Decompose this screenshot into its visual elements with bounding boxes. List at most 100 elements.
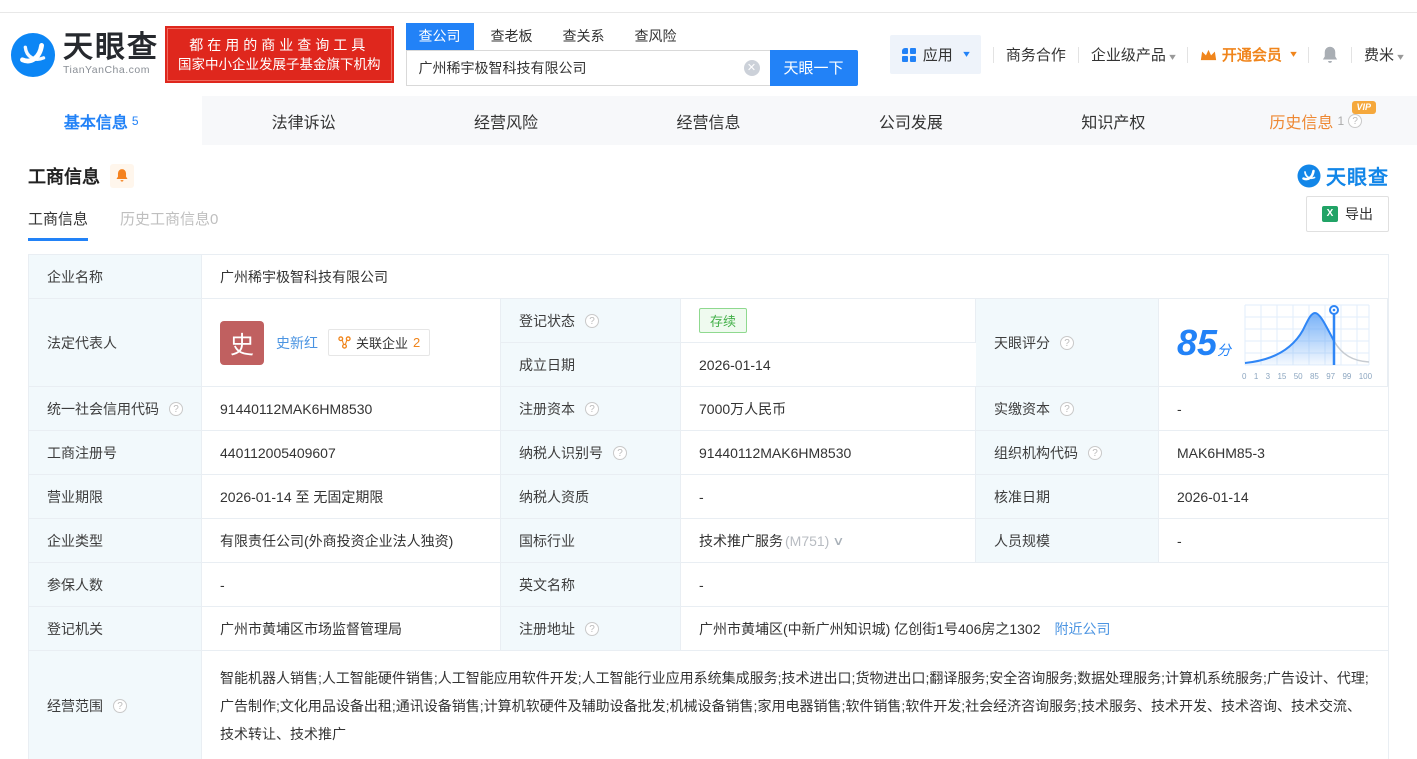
company-type-label: 企业类型 — [29, 519, 202, 563]
reg-authority-label: 登记机关 — [29, 607, 202, 651]
related-companies-badge[interactable]: 关联企业 2 — [328, 329, 430, 356]
divider — [1351, 47, 1352, 63]
reg-capital-label: 注册资本? — [501, 387, 681, 431]
nav-enterprise-products[interactable]: 企业级产品▾ — [1091, 44, 1175, 65]
tab-basic-info[interactable]: 基本信息5 — [0, 96, 202, 145]
help-icon[interactable]: ? — [585, 402, 599, 416]
clear-search-icon[interactable]: ✕ — [744, 60, 760, 76]
chevron-down-icon: ▾ — [1169, 52, 1176, 63]
apps-menu[interactable]: 应用 ▾ — [890, 35, 981, 74]
table-row: 法定代表人 史 史新红 关联企业 2 登记状态? 存续 天眼评分? — [29, 299, 1388, 387]
reg-no-label: 工商注册号 — [29, 431, 202, 475]
business-scope-label: 经营范围? — [29, 651, 202, 759]
nav-user-menu[interactable]: 费米▾ — [1364, 44, 1403, 65]
divider — [1078, 47, 1079, 63]
section-header: 工商信息 天眼查 — [0, 145, 1417, 190]
reg-authority-value: 广州市黄埔区市场监督管理局 — [202, 607, 501, 651]
watermark-text: 天眼查 — [1326, 161, 1389, 190]
tianyancha-logo[interactable]: 天眼查 TianYanCha.com — [10, 32, 159, 78]
help-icon[interactable]: ? — [585, 622, 599, 636]
nearby-companies-link[interactable]: 附近公司 — [1055, 619, 1111, 639]
table-row: 经营范围? 智能机器人销售;人工智能硬件销售;人工智能应用软件开发;人工智能行业… — [29, 651, 1388, 759]
help-icon[interactable]: ? — [113, 699, 127, 713]
help-icon[interactable]: ? — [613, 446, 627, 460]
table-row: 参保人数 - 英文名称 - — [29, 563, 1388, 607]
subtab-business-registration[interactable]: 工商信息 — [28, 208, 88, 241]
help-icon[interactable]: ? — [1088, 446, 1102, 460]
reg-capital-value: 7000万人民币 — [681, 387, 976, 431]
status-value: 存续 — [681, 299, 976, 343]
subscribe-bell-icon[interactable] — [110, 164, 134, 188]
reg-no-value: 440112005409607 — [202, 431, 501, 475]
search-tab-risk[interactable]: 查风险 — [622, 23, 690, 50]
tab-business-info[interactable]: 经营信息 — [607, 96, 809, 145]
nav-cooperation[interactable]: 商务合作 — [1006, 44, 1066, 65]
subtab-row: 工商信息 历史工商信息0 X 导出 — [0, 190, 1417, 241]
legal-rep-label: 法定代表人 — [29, 299, 202, 387]
subtab-history-registration[interactable]: 历史工商信息0 — [120, 208, 218, 241]
score-distribution-chart: 0131550859799100 — [1241, 304, 1373, 381]
tab-operational-risk[interactable]: 经营风险 — [405, 96, 607, 145]
company-name-label: 企业名称 — [29, 255, 202, 299]
chevron-down-icon: ▾ — [1397, 52, 1404, 63]
org-code-value: MAK6HM85-3 — [1159, 431, 1388, 475]
table-row: 工商注册号 440112005409607 纳税人识别号? 91440112MA… — [29, 431, 1388, 475]
approve-date-value: 2026-01-14 — [1159, 475, 1388, 519]
help-icon[interactable]: ? — [1060, 402, 1074, 416]
insured-label: 参保人数 — [29, 563, 202, 607]
industry-value[interactable]: 技术推广服务 (M751) ∨ — [681, 519, 976, 563]
term-label: 营业期限 — [29, 475, 202, 519]
insured-value: - — [202, 563, 501, 607]
tax-quality-value: - — [681, 475, 976, 519]
help-icon[interactable]: ? — [585, 314, 599, 328]
watermark-logo-icon — [1297, 164, 1321, 188]
promo-line2: 国家中小企业发展子基金旗下机构 — [178, 55, 381, 75]
tab-company-development[interactable]: 公司发展 — [810, 96, 1012, 145]
tab-intellectual-property[interactable]: 知识产权 — [1012, 96, 1214, 145]
nav-open-vip[interactable]: 开通会员 ▾ — [1200, 44, 1296, 65]
search-tab-company[interactable]: 查公司 — [406, 23, 474, 50]
tax-id-label: 纳税人识别号? — [501, 431, 681, 475]
score-cell: 85分 — [1159, 299, 1388, 387]
org-code-label: 组织机构代码? — [976, 431, 1159, 475]
divider — [1308, 47, 1309, 63]
tab-history-info[interactable]: VIP 历史信息1 ? — [1215, 96, 1417, 145]
reg-address-label: 注册地址? — [501, 607, 681, 651]
tax-quality-label: 纳税人资质 — [501, 475, 681, 519]
section-title: 工商信息 — [28, 163, 100, 189]
help-icon[interactable]: ? — [169, 402, 183, 416]
promo-banner: 都在用的商业查询工具 国家中小企业发展子基金旗下机构 — [167, 28, 392, 82]
english-name-label: 英文名称 — [501, 563, 681, 607]
chevron-down-icon: ▾ — [1290, 49, 1297, 60]
table-row: 登记机关 广州市黄埔区市场监督管理局 注册地址? 广州市黄埔区(中新广州知识城)… — [29, 607, 1388, 651]
notification-bell-icon[interactable] — [1321, 45, 1339, 65]
paid-capital-value: - — [1159, 387, 1388, 431]
score-unit: 分 — [1217, 342, 1231, 358]
legal-rep-name-link[interactable]: 史新红 — [276, 333, 318, 353]
vip-badge: VIP — [1352, 101, 1377, 114]
company-name-value: 广州稀宇极智科技有限公司 — [202, 255, 1388, 299]
avatar[interactable]: 史 — [220, 321, 264, 365]
search-tab-relation[interactable]: 查关系 — [550, 23, 618, 50]
watermark-logo: 天眼查 — [1297, 161, 1389, 190]
business-scope-value: 智能机器人销售;人工智能硬件销售;人工智能应用软件开发;人工智能行业应用系统集成… — [202, 651, 1388, 759]
status-badge: 存续 — [699, 308, 747, 333]
logo-brand-text: 天眼查 — [63, 33, 159, 63]
search-button[interactable]: 天眼一下 — [770, 50, 858, 86]
tab-legal-litigation[interactable]: 法律诉讼 — [202, 96, 404, 145]
help-icon[interactable]: ? — [1060, 336, 1074, 350]
search-tab-boss[interactable]: 查老板 — [478, 23, 546, 50]
industry-label: 国标行业 — [501, 519, 681, 563]
search-input[interactable] — [406, 50, 770, 86]
apps-label: 应用 — [923, 44, 953, 65]
reg-address-value: 广州市黄埔区(中新广州知识城) 亿创街1号406房之1302 附近公司 — [681, 607, 1388, 651]
tianyancha-logo-icon — [10, 32, 56, 78]
established-label: 成立日期 — [501, 343, 681, 387]
credit-code-label: 统一社会信用代码? — [29, 387, 202, 431]
header-nav: 应用 ▾ 商务合作 企业级产品▾ 开通会员 ▾ 费米▾ — [890, 35, 1403, 74]
business-info-table: 企业名称 广州稀宇极智科技有限公司 法定代表人 史 史新红 关联企业 2 登记状… — [28, 254, 1389, 759]
chevron-down-icon[interactable]: ∨ — [833, 534, 845, 548]
table-row: 企业类型 有限责任公司(外商投资企业法人独资) 国标行业 技术推广服务 (M75… — [29, 519, 1388, 563]
score-axis-labels: 0131550859799100 — [1241, 372, 1373, 381]
export-button[interactable]: X 导出 — [1306, 196, 1389, 232]
